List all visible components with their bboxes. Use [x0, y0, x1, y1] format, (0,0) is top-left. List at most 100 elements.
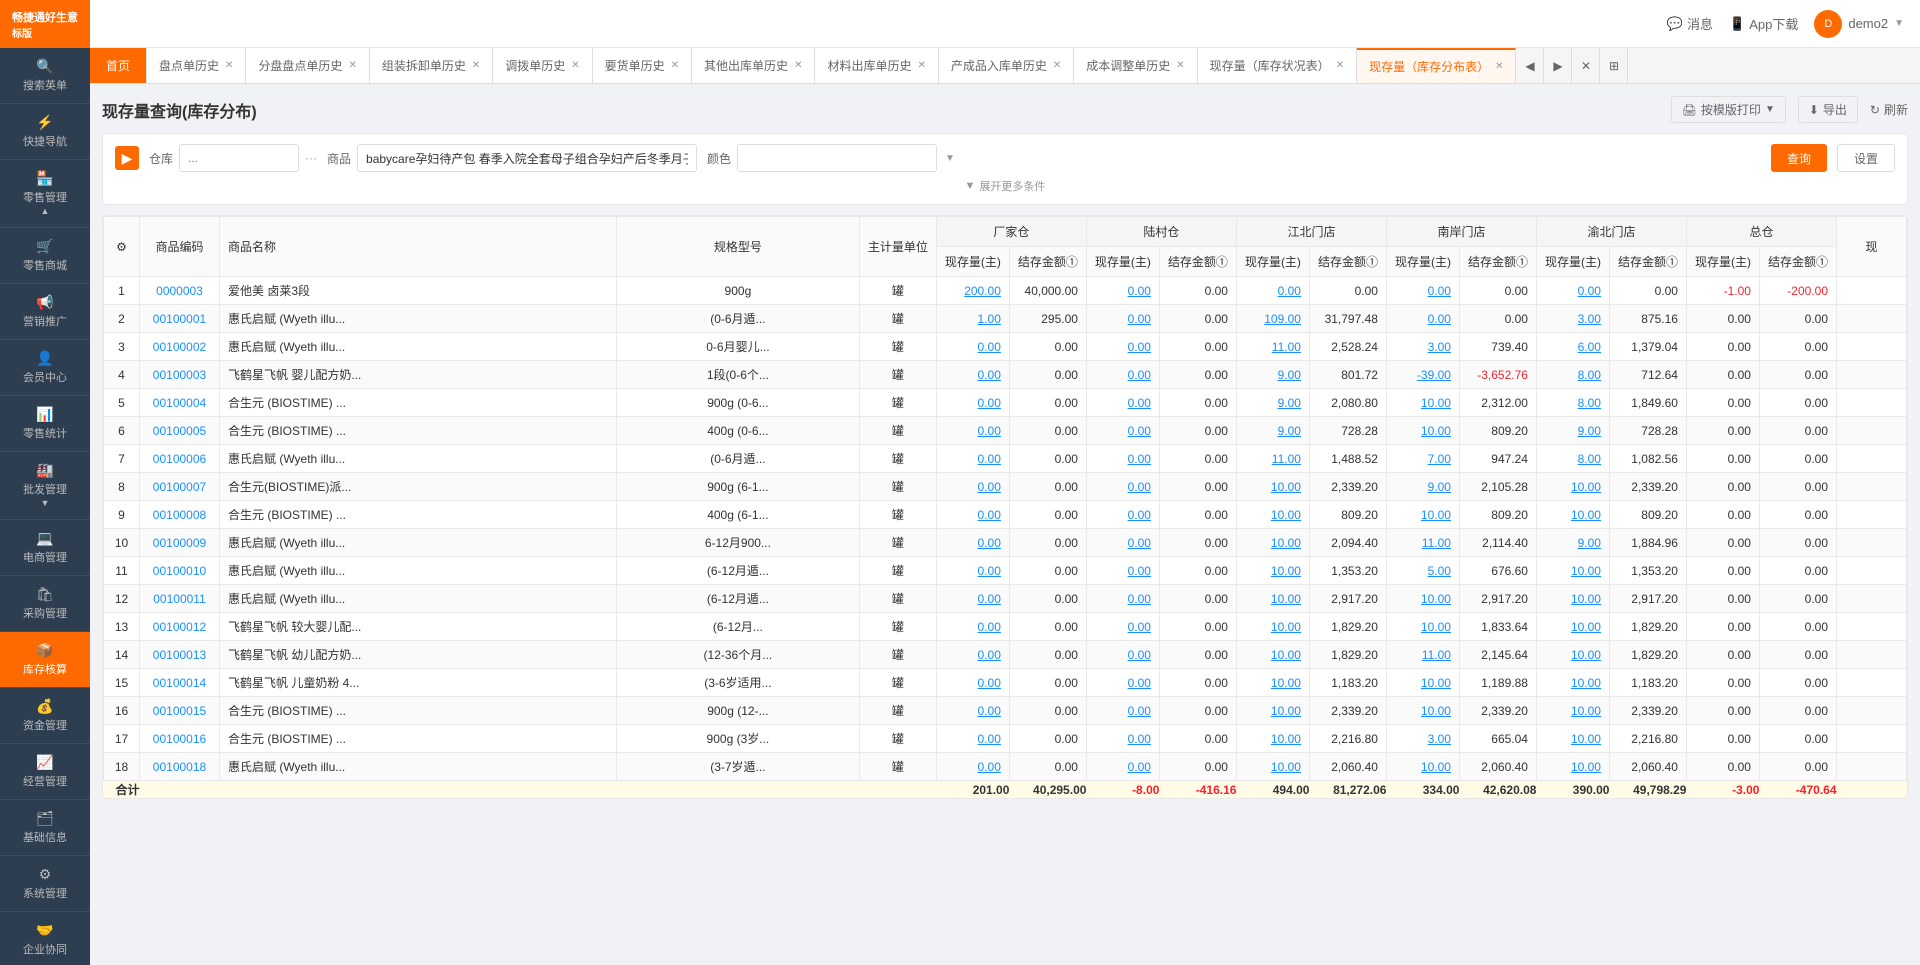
cell-na-qty[interactable]: 0.00 — [1386, 277, 1459, 305]
cell-jb-qty[interactable]: 10.00 — [1236, 753, 1309, 781]
cell-na-qty[interactable]: 10.00 — [1386, 753, 1459, 781]
cell-lc-qty[interactable]: 0.00 — [1086, 725, 1159, 753]
cell-lc-qty[interactable]: 0.00 — [1086, 613, 1159, 641]
cell-yb-qty[interactable]: 6.00 — [1536, 333, 1609, 361]
cell-na-qty[interactable]: 11.00 — [1386, 641, 1459, 669]
cell-fj-qty[interactable]: 0.00 — [936, 333, 1009, 361]
cell-yb-qty[interactable]: 0.00 — [1536, 277, 1609, 305]
sidebar-item-inventory[interactable]: 📦 库存核算 — [0, 632, 90, 688]
cell-yb-qty[interactable]: 10.00 — [1536, 669, 1609, 697]
sidebar-item-wholesale[interactable]: 🏭 批发管理 ▼ — [0, 452, 90, 520]
tab-close-all-btn[interactable]: ✕ — [1572, 48, 1600, 84]
cell-lc-qty[interactable]: 0.00 — [1086, 361, 1159, 389]
cell-na-qty[interactable]: 10.00 — [1386, 585, 1459, 613]
cell-yb-qty[interactable]: 10.00 — [1536, 725, 1609, 753]
sidebar-item-basic[interactable]: 🗂 基础信息 — [0, 800, 90, 856]
cell-lc-qty[interactable]: 0.00 — [1086, 697, 1159, 725]
col-header-settings[interactable]: ⚙ — [104, 217, 140, 277]
cell-jb-qty[interactable]: 9.00 — [1236, 389, 1309, 417]
cell-jb-qty[interactable]: 10.00 — [1236, 613, 1309, 641]
tab-close-1[interactable]: ✕ — [225, 60, 233, 71]
cell-lc-qty[interactable]: 0.00 — [1086, 389, 1159, 417]
cell-jb-qty[interactable]: 10.00 — [1236, 557, 1309, 585]
cell-yb-qty[interactable]: 10.00 — [1536, 501, 1609, 529]
cell-yb-qty[interactable]: 8.00 — [1536, 445, 1609, 473]
cell-na-qty[interactable]: 10.00 — [1386, 613, 1459, 641]
cell-lc-qty[interactable]: 0.00 — [1086, 669, 1159, 697]
tab-expand-btn[interactable]: ⊞ — [1600, 48, 1628, 84]
cell-na-qty[interactable]: 10.00 — [1386, 417, 1459, 445]
cell-jb-qty[interactable]: 9.00 — [1236, 417, 1309, 445]
export-button[interactable]: ⬇ 导出 — [1798, 96, 1858, 123]
cell-fj-qty[interactable]: 0.00 — [936, 529, 1009, 557]
cell-na-qty[interactable]: 10.00 — [1386, 501, 1459, 529]
cell-fj-qty[interactable]: 0.00 — [936, 697, 1009, 725]
app-download-link[interactable]: 📱 App下载 — [1729, 14, 1798, 33]
cell-lc-qty[interactable]: 0.00 — [1086, 557, 1159, 585]
cell-fj-qty[interactable]: 0.00 — [936, 613, 1009, 641]
cell-yb-qty[interactable]: 10.00 — [1536, 613, 1609, 641]
cell-fj-qty[interactable]: 0.00 — [936, 389, 1009, 417]
cell-na-qty[interactable]: 10.00 — [1386, 697, 1459, 725]
sidebar-item-nav[interactable]: ⚡ 快捷导航 — [0, 104, 90, 160]
cell-yb-qty[interactable]: 10.00 — [1536, 753, 1609, 781]
cell-yb-qty[interactable]: 8.00 — [1536, 389, 1609, 417]
cell-jb-qty[interactable]: 9.00 — [1236, 361, 1309, 389]
search-toggle-button[interactable]: ▶ — [115, 146, 139, 170]
tab-material-outbound[interactable]: 材料出库单历史 ✕ — [815, 48, 938, 84]
cell-na-qty[interactable]: -39.00 — [1386, 361, 1459, 389]
warehouse-ellipsis-icon[interactable]: ··· — [305, 151, 317, 165]
expand-conditions-button[interactable]: ▼ 展开更多条件 — [115, 178, 1895, 194]
tab-cost-adjust[interactable]: 成本调整单历史 ✕ — [1074, 48, 1197, 84]
tab-close-8[interactable]: ✕ — [1053, 60, 1061, 71]
cell-fj-qty[interactable]: 0.00 — [936, 445, 1009, 473]
cell-fj-qty[interactable]: 0.00 — [936, 725, 1009, 753]
cell-jb-qty[interactable]: 10.00 — [1236, 669, 1309, 697]
tab-close-4[interactable]: ✕ — [571, 60, 579, 71]
cell-lc-qty[interactable]: 0.00 — [1086, 417, 1159, 445]
message-link[interactable]: 💬 消息 — [1667, 14, 1713, 33]
sidebar-item-search[interactable]: 🔍 搜索英单 — [0, 48, 90, 104]
cell-yb-qty[interactable]: 10.00 — [1536, 641, 1609, 669]
sidebar-item-member[interactable]: 👤 会员中心 — [0, 340, 90, 396]
cell-lc-qty[interactable]: 0.00 — [1086, 501, 1159, 529]
sidebar-item-ecommerce[interactable]: 💻 电商管理 — [0, 520, 90, 576]
cell-fj-qty[interactable]: 0.00 — [936, 501, 1009, 529]
tab-next-btn[interactable]: ▶ — [1544, 48, 1572, 84]
cell-lc-qty[interactable]: 0.00 — [1086, 585, 1159, 613]
tab-close-6[interactable]: ✕ — [794, 60, 802, 71]
sidebar-item-finance[interactable]: 💰 资金管理 — [0, 688, 90, 744]
tab-home[interactable]: 首页 — [90, 48, 147, 84]
cell-na-qty[interactable]: 0.00 — [1386, 305, 1459, 333]
cell-lc-qty[interactable]: 0.00 — [1086, 529, 1159, 557]
cell-fj-qty[interactable]: 0.00 — [936, 557, 1009, 585]
cell-jb-qty[interactable]: 10.00 — [1236, 529, 1309, 557]
cell-fj-qty[interactable]: 0.00 — [936, 753, 1009, 781]
cell-fj-qty[interactable]: 0.00 — [936, 641, 1009, 669]
sidebar-item-system[interactable]: ⚙ 系统管理 — [0, 856, 90, 912]
sidebar-item-retail-mgmt[interactable]: 🏪 零售管理 ▲ — [0, 160, 90, 228]
cell-na-qty[interactable]: 3.00 — [1386, 333, 1459, 361]
warehouse-input[interactable] — [179, 144, 299, 172]
cell-yb-qty[interactable]: 10.00 — [1536, 697, 1609, 725]
tab-close-7[interactable]: ✕ — [917, 60, 925, 71]
cell-fj-qty[interactable]: 0.00 — [936, 669, 1009, 697]
refresh-button[interactable]: ↻ 刷新 — [1870, 101, 1908, 118]
sidebar-item-retail-mall[interactable]: 🛒 零售商城 — [0, 228, 90, 284]
user-avatar[interactable]: D demo2 ▼ — [1814, 10, 1904, 38]
print-button[interactable]: 🖨 按模版打印 ▼ — [1671, 96, 1786, 123]
sidebar-item-operation[interactable]: 📈 经营管理 — [0, 744, 90, 800]
sidebar-item-marketing[interactable]: 📢 营销推广 — [0, 284, 90, 340]
cell-fj-qty[interactable]: 0.00 — [936, 361, 1009, 389]
tab-product-inbound[interactable]: 产成品入库单历史 ✕ — [939, 48, 1074, 84]
cell-jb-qty[interactable]: 10.00 — [1236, 725, 1309, 753]
tab-inventory-status[interactable]: 现存量（库存状况表） ✕ — [1198, 48, 1357, 84]
sidebar-item-retail-stat[interactable]: 📊 零售统计 — [0, 396, 90, 452]
query-button[interactable]: 查询 — [1771, 144, 1827, 172]
tab-other-outbound[interactable]: 其他出库单历史 ✕ — [692, 48, 815, 84]
tab-transfer[interactable]: 调拨单历史 ✕ — [493, 48, 592, 84]
tab-stockcount-history[interactable]: 盘点单历史 ✕ — [147, 48, 246, 84]
cell-na-qty[interactable]: 7.00 — [1386, 445, 1459, 473]
cell-fj-qty[interactable]: 0.00 — [936, 473, 1009, 501]
color-input[interactable] — [737, 144, 937, 172]
